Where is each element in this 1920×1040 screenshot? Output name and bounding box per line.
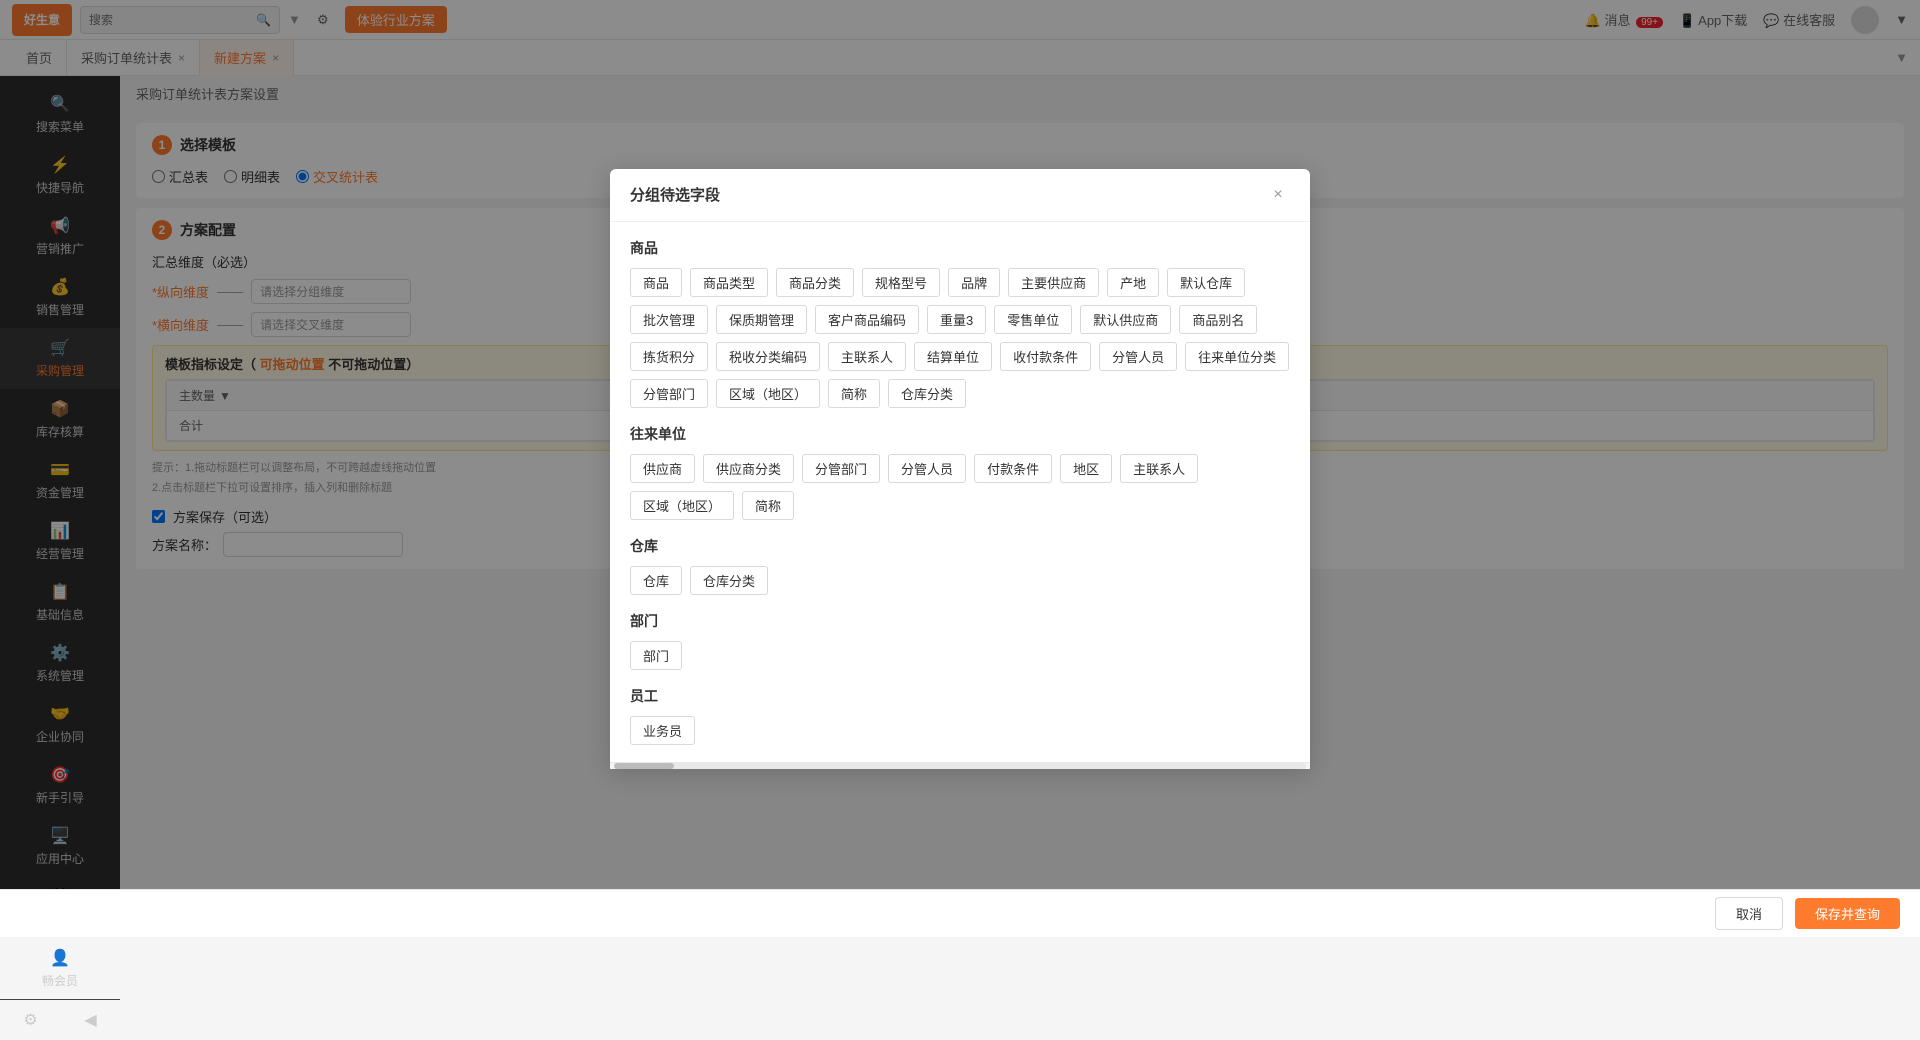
sidebar-bottom: ⚙ ◀ <box>0 999 120 1040</box>
save-button[interactable]: 保存并查询 <box>1795 898 1900 929</box>
field-tag[interactable]: 简称 <box>742 491 794 520</box>
member-icon: 👤 <box>50 948 70 968</box>
section-warehouse: 仓库仓库仓库分类 <box>630 536 1290 595</box>
field-grid-warehouse: 仓库仓库分类 <box>630 566 1290 595</box>
field-tag[interactable]: 商品 <box>630 268 682 297</box>
field-tag[interactable]: 默认供应商 <box>1080 305 1171 334</box>
field-tag[interactable]: 客户商品编码 <box>815 305 919 334</box>
modal-hscrollbar[interactable] <box>610 762 1310 769</box>
cancel-button[interactable]: 取消 <box>1715 897 1783 930</box>
field-tag[interactable]: 区域（地区） <box>716 379 820 408</box>
field-tag[interactable]: 分管人员 <box>888 454 966 483</box>
field-tag[interactable]: 保质期管理 <box>716 305 807 334</box>
hscroll-track <box>614 763 1306 769</box>
section-partner: 往来单位供应商供应商分类分管部门分管人员付款条件地区主联系人区域（地区） 简称 <box>630 424 1290 520</box>
field-tag[interactable]: 供应商 <box>630 454 695 483</box>
field-tag[interactable]: 主联系人 <box>1120 454 1198 483</box>
field-tag[interactable]: 仓库 <box>630 566 682 595</box>
field-tag[interactable]: 默认仓库 <box>1167 268 1245 297</box>
section-goods: 商品商品商品类型商品分类规格型号品牌主要供应商产地默认仓库批次管理保质期管理客户… <box>630 238 1290 408</box>
field-tag[interactable]: 品牌 <box>948 268 1000 297</box>
field-tag[interactable]: 付款条件 <box>974 454 1052 483</box>
field-tag[interactable]: 供应商分类 <box>703 454 794 483</box>
modal-body: 商品商品商品类型商品分类规格型号品牌主要供应商产地默认仓库批次管理保质期管理客户… <box>610 222 1310 762</box>
section-title-warehouse: 仓库 <box>630 536 1290 556</box>
field-picker-modal: 分组待选字段 × 商品商品商品类型商品分类规格型号品牌主要供应商产地默认仓库批次… <box>610 169 1310 769</box>
section-title-partner: 往来单位 <box>630 424 1290 444</box>
field-tag[interactable]: 商品别名 <box>1179 305 1257 334</box>
section-employee: 员工业务员 <box>630 686 1290 745</box>
field-tag[interactable]: 拣货积分 <box>630 342 708 371</box>
field-tag[interactable]: 主联系人 <box>828 342 906 371</box>
field-tag[interactable]: 仓库分类 <box>690 566 768 595</box>
field-grid-department: 部门 <box>630 641 1290 670</box>
modal-title: 分组待选字段 <box>630 184 720 205</box>
field-grid-partner: 供应商供应商分类分管部门分管人员付款条件地区主联系人区域（地区） 简称 <box>630 454 1290 520</box>
sidebar-collapse-btn[interactable]: ◀ <box>84 1010 96 1030</box>
section-department: 部门部门 <box>630 611 1290 670</box>
field-tag[interactable]: 区域（地区） <box>630 491 734 520</box>
section-title-employee: 员工 <box>630 686 1290 706</box>
field-tag[interactable]: 收付款条件 <box>1000 342 1091 371</box>
field-tag[interactable]: 部门 <box>630 641 682 670</box>
field-tag[interactable]: 规格型号 <box>862 268 940 297</box>
field-tag[interactable]: 批次管理 <box>630 305 708 334</box>
field-tag[interactable]: 主要供应商 <box>1008 268 1099 297</box>
sidebar-settings-btn[interactable]: ⚙ <box>23 1010 37 1030</box>
field-tag[interactable]: 分管人员 <box>1099 342 1177 371</box>
section-title-goods: 商品 <box>630 238 1290 258</box>
modal-close-btn[interactable]: × <box>1266 183 1290 207</box>
field-grid-goods: 商品商品类型商品分类规格型号品牌主要供应商产地默认仓库批次管理保质期管理客户商品… <box>630 268 1290 408</box>
sidebar-item-member[interactable]: 👤 畅会员 <box>0 938 120 999</box>
field-tag[interactable]: 仓库分类 <box>888 379 966 408</box>
field-tag[interactable]: 简称 <box>828 379 880 408</box>
field-tag[interactable]: 地区 <box>1060 454 1112 483</box>
field-tag[interactable]: 产地 <box>1107 268 1159 297</box>
field-tag[interactable]: 重量3 <box>927 305 986 334</box>
field-tag[interactable]: 往来单位分类 <box>1185 342 1289 371</box>
field-tag[interactable]: 税收分类编码 <box>716 342 820 371</box>
section-title-department: 部门 <box>630 611 1290 631</box>
hscroll-thumb[interactable] <box>614 763 674 769</box>
field-tag[interactable]: 分管部门 <box>802 454 880 483</box>
field-tag[interactable]: 业务员 <box>630 716 695 745</box>
field-tag[interactable]: 商品类型 <box>690 268 768 297</box>
field-tag[interactable]: 分管部门 <box>630 379 708 408</box>
field-grid-employee: 业务员 <box>630 716 1290 745</box>
field-tag[interactable]: 结算单位 <box>914 342 992 371</box>
field-tag[interactable]: 零售单位 <box>994 305 1072 334</box>
field-tag[interactable]: 商品分类 <box>776 268 854 297</box>
modal-header: 分组待选字段 × <box>610 169 1310 222</box>
bottom-bar: 取消 保存并查询 <box>0 889 1920 937</box>
